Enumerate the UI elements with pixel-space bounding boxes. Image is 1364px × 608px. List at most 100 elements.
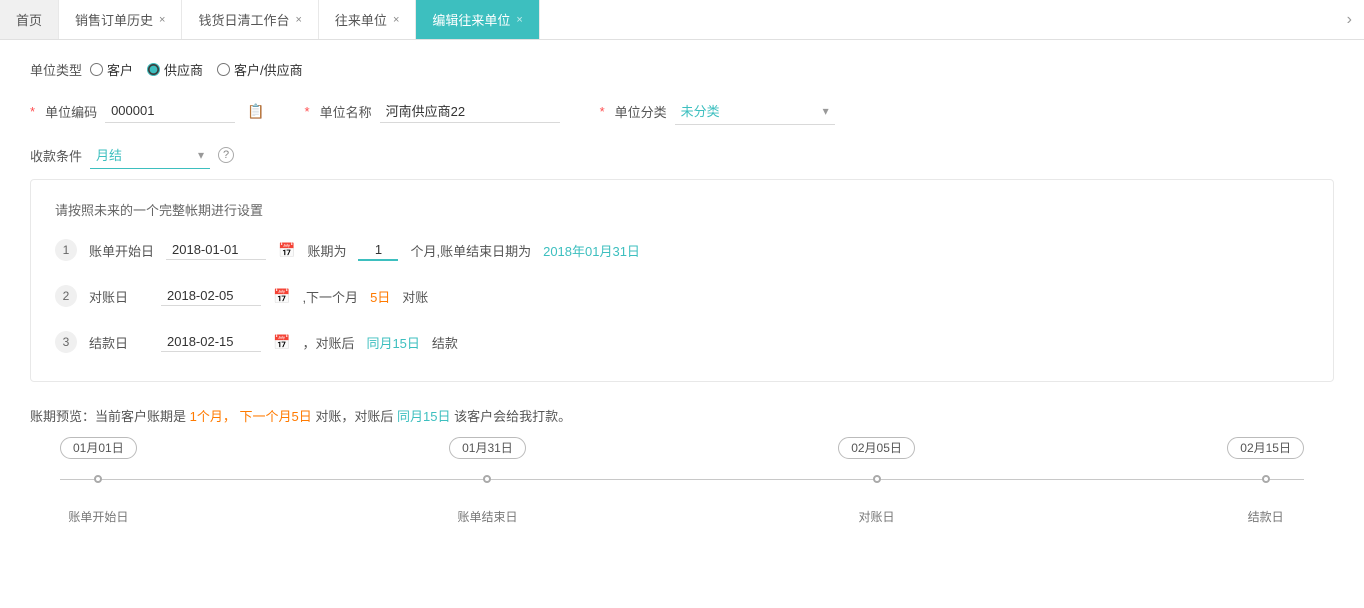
preview-text-middle: 对账，对账后 (315, 409, 393, 424)
unit-name-required: * (305, 104, 310, 119)
radio-supplier-label: 供应商 (164, 60, 203, 79)
chevron-down-icon: ▾ (823, 104, 829, 118)
tabs-bar: 首页 销售订单历史 × 钱货日清工作台 × 往来单位 × 编辑往来单位 × › (0, 0, 1364, 40)
step-1-date-input[interactable] (166, 240, 266, 260)
step-3-row: 3 结款日 📅 ，对账后 同月15日 结款 (55, 331, 1309, 353)
radio-both[interactable]: 客户/供应商 (217, 60, 303, 79)
timeline: 01月01日 账单开始日 01月31日 账单结束日 (30, 445, 1334, 525)
calendar-icon[interactable]: 📅 (273, 334, 290, 351)
step-3-text1: ，对账后 (302, 333, 354, 352)
timeline-dot-4 (1262, 475, 1270, 483)
timeline-label-2: 账单结束日 (457, 508, 517, 525)
timeline-badge-2: 01月31日 (449, 437, 526, 459)
payment-terms-row: 收款条件 月结 ▾ ? (30, 141, 1334, 169)
tabs-expand-button[interactable]: › (1335, 11, 1364, 29)
step-1-text2: 个月,账单结束日期为 (410, 241, 531, 260)
timeline-label-1: 账单开始日 (68, 508, 128, 525)
tab-close-icon[interactable]: × (295, 14, 301, 26)
step-2-row: 2 对账日 📅 ,下一个月 5日 对账 (55, 285, 1309, 307)
timeline-nodes: 01月01日 账单开始日 01月31日 账单结束日 (60, 445, 1304, 525)
radio-supplier-input[interactable] (147, 63, 160, 76)
tab-partner-unit-label: 往来单位 (335, 10, 387, 29)
tab-sales-order-history-label: 销售订单历史 (75, 10, 153, 29)
step-3-date-input[interactable] (161, 332, 261, 352)
radio-both-label: 客户/供应商 (234, 60, 303, 79)
tab-close-icon[interactable]: × (393, 14, 399, 26)
tab-cash-ledger[interactable]: 钱货日清工作台 × (182, 0, 318, 39)
unit-type-field: 单位类型 客户 供应商 客户/供应商 (30, 60, 303, 79)
unit-name-field: * 单位名称 (305, 99, 560, 123)
step-1-text1: 账期为 (307, 241, 346, 260)
calendar-icon[interactable]: 📅 (278, 242, 295, 259)
preview-text: 账期预览：当前客户账期是 1个月， 下一个月5日 对账，对账后 同月15日 该客… (30, 398, 1334, 425)
step-2-text2: 对账 (402, 287, 428, 306)
preview-label: 账期预览：当前客户账期是 (30, 409, 186, 424)
unit-code-input[interactable] (105, 99, 235, 123)
tab-home[interactable]: 首页 (0, 0, 59, 39)
unit-type-label: 单位类型 (30, 60, 82, 79)
unit-name-input[interactable] (380, 99, 560, 123)
preview-text-end: 该客户会给我打款。 (454, 409, 571, 424)
unit-code-required: * (30, 104, 35, 119)
preview-section: 账期预览：当前客户账期是 1个月， 下一个月5日 对账，对账后 同月15日 该客… (30, 398, 1334, 525)
step-1-row: 1 账单开始日 📅 账期为 个月,账单结束日期为 2018年01月31日 (55, 239, 1309, 261)
unit-code-field: * 单位编码 📋 (30, 99, 265, 123)
radio-customer-label: 客户 (107, 60, 133, 79)
step-2-num: 2 (55, 285, 77, 307)
step-1-num: 1 (55, 239, 77, 261)
timeline-badge-4: 02月15日 (1227, 437, 1304, 459)
step-3-label: 结款日 (89, 333, 149, 352)
panel-hint: 请按照未来的一个完整帐期进行设置 (55, 200, 1309, 219)
tab-close-icon[interactable]: × (516, 14, 522, 26)
settings-panel: 请按照未来的一个完整帐期进行设置 1 账单开始日 📅 账期为 个月,账单结束日期… (30, 179, 1334, 382)
step-3-text2: 结款 (432, 333, 458, 352)
timeline-node-2: 01月31日 账单结束日 (449, 445, 526, 525)
payment-terms-field: 收款条件 月结 ▾ ? (30, 141, 234, 169)
tab-edit-partner-unit-label: 编辑往来单位 (432, 10, 510, 29)
unit-category-select[interactable]: 未分类 ▾ (675, 97, 835, 125)
unit-category-field: * 单位分类 未分类 ▾ (600, 97, 835, 125)
step-2-label: 对账日 (89, 287, 149, 306)
tab-edit-partner-unit[interactable]: 编辑往来单位 × (416, 0, 539, 39)
step-1-label: 账单开始日 (89, 241, 154, 260)
timeline-label-3: 对账日 (859, 508, 895, 525)
timeline-dot-1 (94, 475, 102, 483)
copy-icon[interactable]: 📋 (247, 103, 264, 120)
payment-terms-label: 收款条件 (30, 146, 82, 165)
unit-category-label: 单位分类 (615, 102, 667, 121)
step-2-highlight: 5日 (370, 287, 390, 306)
tab-close-icon[interactable]: × (159, 14, 165, 26)
step-3-num: 3 (55, 331, 77, 353)
calendar-icon[interactable]: 📅 (273, 288, 290, 305)
main-content: 单位类型 客户 供应商 客户/供应商 * 单位编码 (0, 40, 1364, 608)
unit-name-label: 单位名称 (320, 102, 372, 121)
step-1-period-input[interactable] (358, 240, 398, 261)
timeline-dot-2 (483, 475, 491, 483)
unit-info-row: * 单位编码 📋 * 单位名称 * 单位分类 未分类 ▾ (30, 97, 1334, 125)
timeline-node-1: 01月01日 账单开始日 (60, 445, 137, 525)
timeline-label-4: 结款日 (1248, 508, 1284, 525)
help-icon[interactable]: ? (218, 147, 234, 163)
step-2-date-input[interactable] (161, 286, 261, 306)
radio-customer[interactable]: 客户 (90, 60, 133, 79)
tab-sales-order-history[interactable]: 销售订单历史 × (59, 0, 182, 39)
tab-home-label: 首页 (16, 10, 42, 29)
step-2-text1: ,下一个月 (302, 287, 358, 306)
radio-customer-input[interactable] (90, 63, 103, 76)
radio-supplier[interactable]: 供应商 (147, 60, 203, 79)
chevron-down-icon: ▾ (198, 148, 204, 162)
timeline-node-4: 02月15日 结款日 (1227, 445, 1304, 525)
unit-category-value: 未分类 (681, 101, 819, 120)
step-1-end-date: 2018年01月31日 (543, 241, 640, 260)
radio-both-input[interactable] (217, 63, 230, 76)
payment-terms-value: 月结 (96, 145, 194, 164)
tab-partner-unit[interactable]: 往来单位 × (319, 0, 416, 39)
preview-period: 1个月， (190, 409, 236, 424)
unit-code-label: 单位编码 (45, 102, 97, 121)
preview-reconcile-date: 下一个月5日 (240, 409, 312, 424)
payment-terms-select[interactable]: 月结 ▾ (90, 141, 210, 169)
timeline-badge-3: 02月05日 (838, 437, 915, 459)
tab-cash-ledger-label: 钱货日清工作台 (198, 10, 289, 29)
preview-payment-date: 同月15日 (397, 409, 450, 424)
timeline-node-3: 02月05日 对账日 (838, 445, 915, 525)
